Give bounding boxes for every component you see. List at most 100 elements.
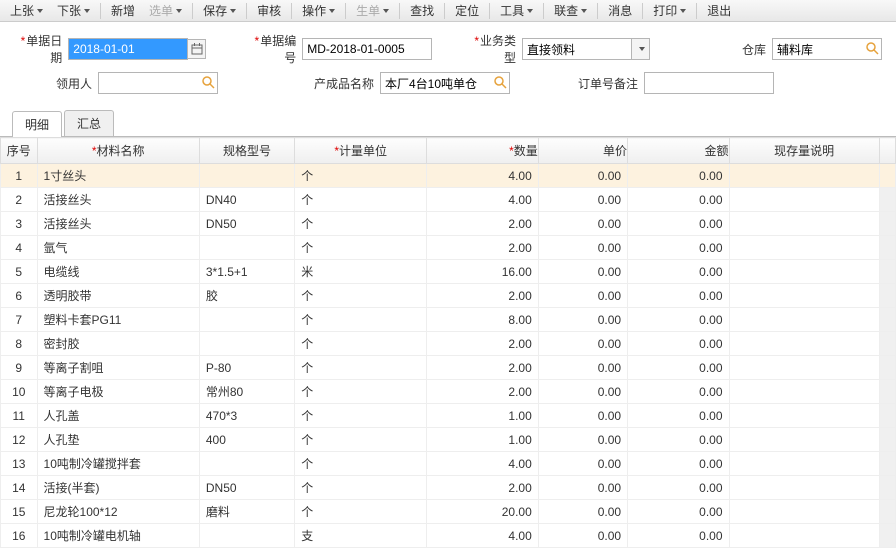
cell-price[interactable]: 0.00	[538, 428, 627, 452]
cell-qty[interactable]: 2.00	[427, 476, 539, 500]
cell-price[interactable]: 0.00	[538, 500, 627, 524]
cell-name[interactable]: 等离子电极	[37, 380, 199, 404]
toolbar-审核[interactable]: 审核	[251, 1, 287, 21]
cell-spec[interactable]	[199, 332, 294, 356]
cell-spec[interactable]	[199, 164, 294, 188]
cell-stock[interactable]	[729, 188, 879, 212]
cell-amt[interactable]: 0.00	[628, 500, 729, 524]
cell-qty[interactable]: 2.00	[427, 332, 539, 356]
cell-unit[interactable]: 个	[295, 380, 427, 404]
cell-qty[interactable]: 16.00	[427, 260, 539, 284]
col-price[interactable]: 单价	[538, 138, 627, 164]
toolbar-下张[interactable]: 下张	[51, 1, 96, 21]
cell-stock[interactable]	[729, 212, 879, 236]
prod-input[interactable]	[380, 72, 510, 94]
cell-amt[interactable]: 0.00	[628, 332, 729, 356]
cell-name[interactable]: 10吨制冷罐搅拌套	[37, 452, 199, 476]
cell-amt[interactable]: 0.00	[628, 236, 729, 260]
cell-qty[interactable]: 4.00	[427, 452, 539, 476]
toolbar-打印[interactable]: 打印	[647, 1, 692, 21]
cell-amt[interactable]: 0.00	[628, 452, 729, 476]
dropdown-icon[interactable]	[632, 38, 650, 60]
col-seq[interactable]: 序号	[1, 138, 38, 164]
cell-unit[interactable]: 米	[295, 260, 427, 284]
cell-seq[interactable]: 14	[1, 476, 38, 500]
cell-spec[interactable]: 胶	[199, 284, 294, 308]
cell-seq[interactable]: 8	[1, 332, 38, 356]
col-qty[interactable]: 数量	[427, 138, 539, 164]
cell-price[interactable]: 0.00	[538, 308, 627, 332]
cell-spec[interactable]	[199, 452, 294, 476]
table-row[interactable]: 3活接丝头DN50个2.000.000.00	[1, 212, 896, 236]
cell-stock[interactable]	[729, 260, 879, 284]
cell-name[interactable]: 人孔盖	[37, 404, 199, 428]
search-icon[interactable]	[493, 75, 507, 89]
table-row[interactable]: 15尼龙轮100*12磨料个20.000.000.00	[1, 500, 896, 524]
cell-name[interactable]: 活接丝头	[37, 212, 199, 236]
table-row[interactable]: 11人孔盖470*3个1.000.000.00	[1, 404, 896, 428]
cell-stock[interactable]	[729, 332, 879, 356]
cell-spec[interactable]: 470*3	[199, 404, 294, 428]
cell-amt[interactable]: 0.00	[628, 428, 729, 452]
toolbar-定位[interactable]: 定位	[449, 1, 485, 21]
cell-price[interactable]: 0.00	[538, 188, 627, 212]
cell-price[interactable]: 0.00	[538, 452, 627, 476]
cell-price[interactable]: 0.00	[538, 212, 627, 236]
cell-seq[interactable]: 9	[1, 356, 38, 380]
toolbar-查找[interactable]: 查找	[404, 1, 440, 21]
cell-name[interactable]: 透明胶带	[37, 284, 199, 308]
col-spec[interactable]: 规格型号	[199, 138, 294, 164]
table-row[interactable]: 2活接丝头DN40个4.000.000.00	[1, 188, 896, 212]
table-row[interactable]: 10等离子电极常州80个2.000.000.00	[1, 380, 896, 404]
cell-seq[interactable]: 1	[1, 164, 38, 188]
cell-seq[interactable]: 12	[1, 428, 38, 452]
cell-name[interactable]: 1寸丝头	[37, 164, 199, 188]
cell-qty[interactable]: 2.00	[427, 380, 539, 404]
cell-seq[interactable]: 3	[1, 212, 38, 236]
cell-price[interactable]: 0.00	[538, 284, 627, 308]
cell-unit[interactable]: 个	[295, 236, 427, 260]
cell-price[interactable]: 0.00	[538, 524, 627, 548]
cell-seq[interactable]: 6	[1, 284, 38, 308]
cell-seq[interactable]: 4	[1, 236, 38, 260]
date-input[interactable]	[68, 38, 188, 60]
cell-seq[interactable]: 15	[1, 500, 38, 524]
col-amt[interactable]: 金额	[628, 138, 729, 164]
cell-unit[interactable]: 个	[295, 356, 427, 380]
cell-seq[interactable]: 7	[1, 308, 38, 332]
tab-detail[interactable]: 明细	[12, 111, 62, 137]
cell-seq[interactable]: 13	[1, 452, 38, 476]
table-row[interactable]: 14活接(半套)DN50个2.000.000.00	[1, 476, 896, 500]
cell-spec[interactable]: DN50	[199, 476, 294, 500]
cell-price[interactable]: 0.00	[538, 236, 627, 260]
cell-amt[interactable]: 0.00	[628, 356, 729, 380]
cell-stock[interactable]	[729, 476, 879, 500]
cell-spec[interactable]: P-80	[199, 356, 294, 380]
cell-amt[interactable]: 0.00	[628, 524, 729, 548]
cell-stock[interactable]	[729, 284, 879, 308]
cell-unit[interactable]: 支	[295, 524, 427, 548]
cell-unit[interactable]: 个	[295, 500, 427, 524]
cell-amt[interactable]: 0.00	[628, 476, 729, 500]
cell-stock[interactable]	[729, 164, 879, 188]
table-row[interactable]: 5电缆线3*1.5+1米16.000.000.00	[1, 260, 896, 284]
cell-stock[interactable]	[729, 500, 879, 524]
cell-spec[interactable]	[199, 524, 294, 548]
cell-unit[interactable]: 个	[295, 284, 427, 308]
cell-stock[interactable]	[729, 356, 879, 380]
col-stock[interactable]: 现存量说明	[729, 138, 879, 164]
cell-qty[interactable]: 8.00	[427, 308, 539, 332]
table-row[interactable]: 6透明胶带胶个2.000.000.00	[1, 284, 896, 308]
cell-unit[interactable]: 个	[295, 428, 427, 452]
cell-name[interactable]: 氩气	[37, 236, 199, 260]
cell-name[interactable]: 尼龙轮100*12	[37, 500, 199, 524]
cell-price[interactable]: 0.00	[538, 380, 627, 404]
cell-name[interactable]: 10吨制冷罐电机轴	[37, 524, 199, 548]
toolbar-上张[interactable]: 上张	[4, 1, 49, 21]
cell-name[interactable]: 人孔垫	[37, 428, 199, 452]
cell-name[interactable]: 等离子割咀	[37, 356, 199, 380]
order-input[interactable]	[644, 72, 774, 94]
toolbar-退出[interactable]: 退出	[701, 1, 737, 21]
table-row[interactable]: 1310吨制冷罐搅拌套个4.000.000.00	[1, 452, 896, 476]
cell-amt[interactable]: 0.00	[628, 212, 729, 236]
